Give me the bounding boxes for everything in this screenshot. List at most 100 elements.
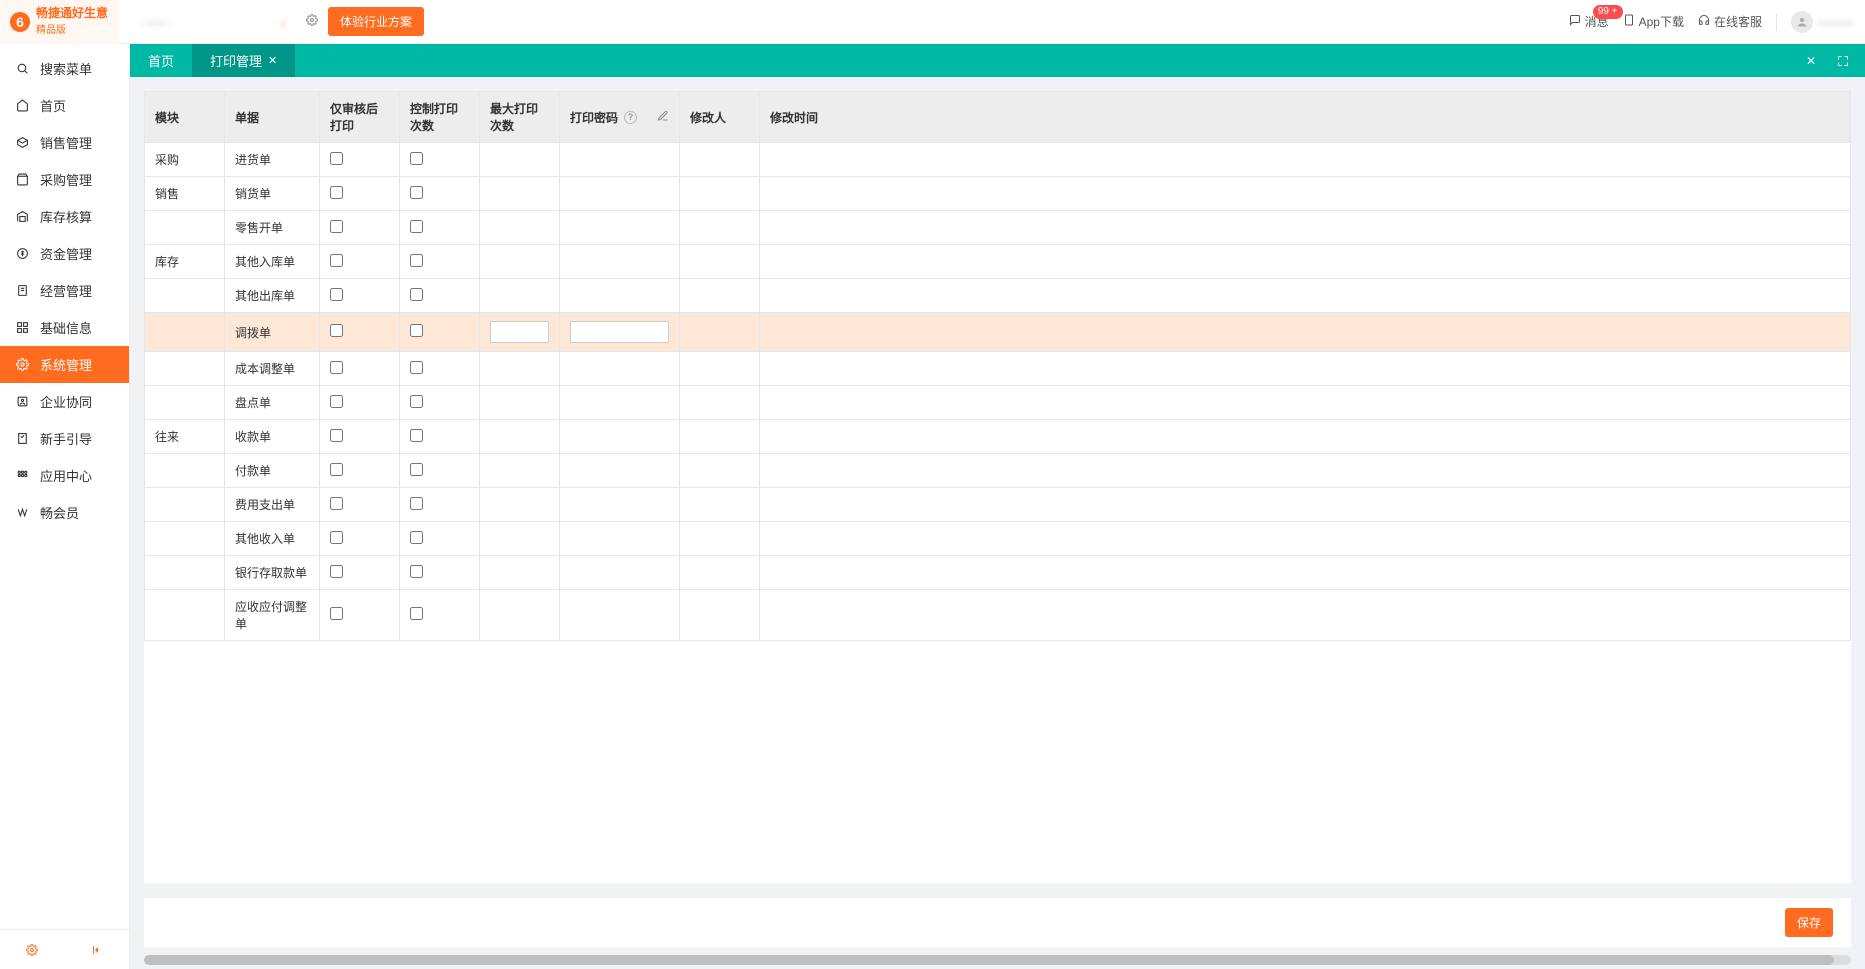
table-row[interactable]: 零售开单 xyxy=(145,211,1851,245)
save-button[interactable]: 保存 xyxy=(1785,908,1833,937)
close-icon[interactable]: ✕ xyxy=(268,54,277,67)
table-row[interactable]: 其他收入单 xyxy=(145,522,1851,556)
limit-count-checkbox[interactable] xyxy=(410,324,423,337)
service-button[interactable]: 在线客服 xyxy=(1698,13,1762,30)
limit-count-checkbox[interactable] xyxy=(410,254,423,267)
table-row[interactable]: 付款单 xyxy=(145,454,1851,488)
sidebar-item-coop[interactable]: 企业协同 xyxy=(0,383,129,420)
user-menu[interactable]: ——— xyxy=(1791,11,1853,33)
limit-count-checkbox[interactable] xyxy=(410,361,423,374)
audit-only-checkbox[interactable] xyxy=(330,531,343,544)
sidebar-item-guide[interactable]: 新手引导 xyxy=(0,420,129,457)
sidebar-item-base[interactable]: 基础信息 xyxy=(0,309,129,346)
cell-doc: 费用支出单 xyxy=(225,488,320,522)
bag-icon xyxy=(14,172,30,188)
limit-count-checkbox[interactable] xyxy=(410,497,423,510)
limit-count-checkbox[interactable] xyxy=(410,531,423,544)
cell-password xyxy=(560,352,680,386)
cell-modifier xyxy=(680,352,760,386)
cell-doc: 其他收入单 xyxy=(225,522,320,556)
tenant-settings-icon[interactable] xyxy=(306,14,318,29)
limit-count-checkbox[interactable] xyxy=(410,152,423,165)
limit-count-checkbox[interactable] xyxy=(410,186,423,199)
settings-icon[interactable] xyxy=(20,938,44,962)
audit-only-checkbox[interactable] xyxy=(330,254,343,267)
cell-modified-at xyxy=(760,590,1851,641)
audit-only-checkbox[interactable] xyxy=(330,429,343,442)
sidebar-item-inventory[interactable]: 库存核算 xyxy=(0,198,129,235)
edit-icon[interactable] xyxy=(657,110,669,125)
sidebar-item-purchase[interactable]: 采购管理 xyxy=(0,161,129,198)
audit-only-checkbox[interactable] xyxy=(330,463,343,476)
audit-only-checkbox[interactable] xyxy=(330,152,343,165)
vip-icon xyxy=(14,505,30,521)
table-row[interactable]: 采购进货单 xyxy=(145,143,1851,177)
sidebar-item-search[interactable]: 搜索菜单 xyxy=(0,50,129,87)
table-row[interactable]: 成本调整单 xyxy=(145,352,1851,386)
sidebar-item-apps[interactable]: 应用中心 xyxy=(0,457,129,494)
tab-首页[interactable]: 首页 xyxy=(130,44,192,77)
sidebar-item-sales[interactable]: 销售管理 xyxy=(0,124,129,161)
tab-close-all-icon[interactable]: ✕ xyxy=(1799,49,1823,73)
audit-only-checkbox[interactable] xyxy=(330,395,343,408)
help-icon[interactable]: ? xyxy=(624,111,637,124)
industry-solution-button[interactable]: 体验行业方案 xyxy=(328,7,424,36)
audit-only-checkbox[interactable] xyxy=(330,288,343,301)
table-row[interactable]: 应收应付调整单 xyxy=(145,590,1851,641)
cell-audit-only xyxy=(320,177,400,211)
audit-only-checkbox[interactable] xyxy=(330,497,343,510)
cell-audit-only xyxy=(320,590,400,641)
table-row[interactable]: 往来收款单 xyxy=(145,420,1851,454)
max-count-input[interactable] xyxy=(490,321,549,343)
fullscreen-icon[interactable] xyxy=(1831,49,1855,73)
table-row[interactable]: 费用支出单 xyxy=(145,488,1851,522)
cell-modifier xyxy=(680,488,760,522)
tab-打印管理[interactable]: 打印管理✕ xyxy=(192,44,295,77)
audit-only-checkbox[interactable] xyxy=(330,361,343,374)
table-row[interactable]: 银行存取款单 xyxy=(145,556,1851,590)
table-row[interactable]: 库存其他入库单 xyxy=(145,245,1851,279)
collapse-icon[interactable] xyxy=(85,938,109,962)
cell-limit-count xyxy=(400,522,480,556)
sidebar-item-system[interactable]: 系统管理 xyxy=(0,346,129,383)
audit-only-checkbox[interactable] xyxy=(330,565,343,578)
sidebar-item-fund[interactable]: 资金管理 xyxy=(0,235,129,272)
sidebar-item-vip[interactable]: 畅会员 xyxy=(0,494,129,531)
limit-count-checkbox[interactable] xyxy=(410,395,423,408)
messages-button[interactable]: 消息 99 + xyxy=(1569,13,1609,30)
cell-doc: 其他出库单 xyxy=(225,279,320,313)
cell-limit-count xyxy=(400,454,480,488)
limit-count-checkbox[interactable] xyxy=(410,565,423,578)
table-row[interactable]: 盘点单 xyxy=(145,386,1851,420)
sidebar-item-home[interactable]: 首页 xyxy=(0,87,129,124)
cell-audit-only xyxy=(320,488,400,522)
cell-doc: 盘点单 xyxy=(225,386,320,420)
horizontal-scrollbar[interactable] xyxy=(144,955,1851,965)
limit-count-checkbox[interactable] xyxy=(410,288,423,301)
cell-module xyxy=(145,386,225,420)
sidebar-item-label: 畅会员 xyxy=(40,503,79,522)
brand-logo[interactable]: 6 畅捷通好生意 精品版 xyxy=(0,0,118,44)
limit-count-checkbox[interactable] xyxy=(410,220,423,233)
audit-only-checkbox[interactable] xyxy=(330,324,343,337)
table-row[interactable]: 其他出库单 xyxy=(145,279,1851,313)
scrollbar-thumb[interactable] xyxy=(144,955,1834,965)
limit-count-checkbox[interactable] xyxy=(410,607,423,620)
table-row[interactable]: 调拨单 xyxy=(145,313,1851,352)
audit-only-checkbox[interactable] xyxy=(330,607,343,620)
th-password-label: 打印密码 xyxy=(570,109,618,126)
chevron-down-icon: ⌄ xyxy=(278,15,288,29)
cell-module xyxy=(145,454,225,488)
cell-doc: 其他入库单 xyxy=(225,245,320,279)
audit-only-checkbox[interactable] xyxy=(330,220,343,233)
tab-label: 首页 xyxy=(148,51,174,70)
table-row[interactable]: 销售销货单 xyxy=(145,177,1851,211)
audit-only-checkbox[interactable] xyxy=(330,186,343,199)
limit-count-checkbox[interactable] xyxy=(410,429,423,442)
limit-count-checkbox[interactable] xyxy=(410,463,423,476)
download-button[interactable]: App下载 xyxy=(1623,13,1684,30)
tenant-select[interactable]: —— ⌄ xyxy=(136,8,296,36)
sidebar-item-business[interactable]: 经营管理 xyxy=(0,272,129,309)
cell-audit-only xyxy=(320,556,400,590)
password-input[interactable] xyxy=(570,321,669,343)
